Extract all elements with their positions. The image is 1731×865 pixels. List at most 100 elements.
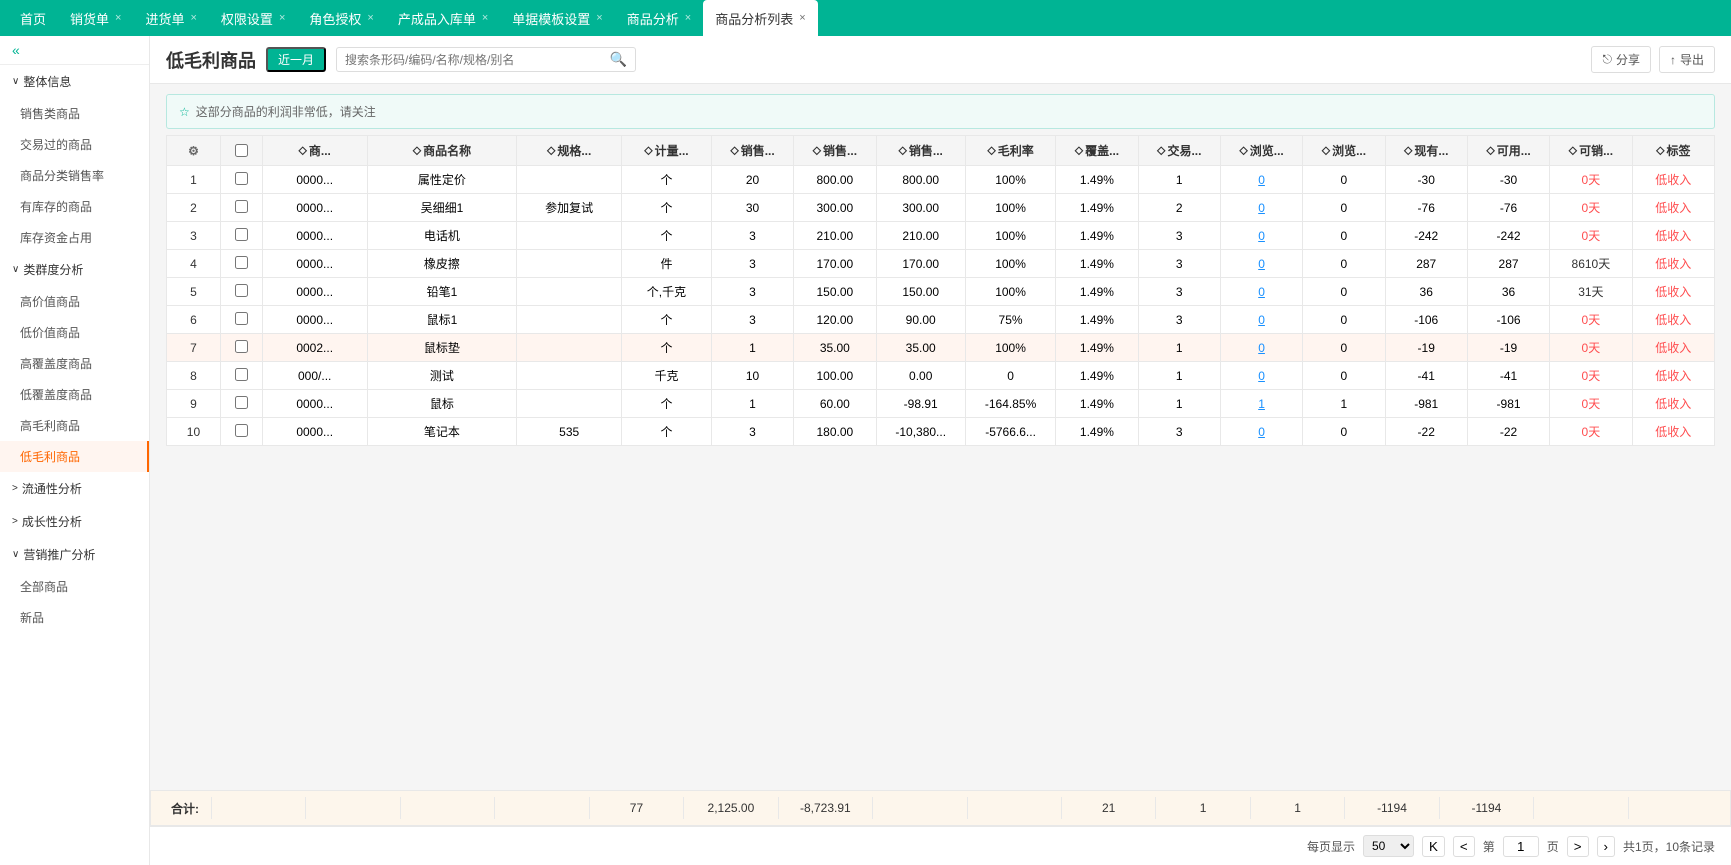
cell-checkbox[interactable] bbox=[220, 306, 262, 334]
th-view2[interactable]: ⬦浏览... bbox=[1303, 136, 1385, 166]
cell-view1[interactable]: 0 bbox=[1220, 334, 1302, 362]
th-gross-margin[interactable]: ⬦毛利率 bbox=[965, 136, 1055, 166]
th-sales-profit[interactable]: ⬦销售... bbox=[876, 136, 965, 166]
settings-icon[interactable]: ⚙ bbox=[188, 144, 199, 158]
next-page-btn[interactable]: > bbox=[1567, 836, 1589, 857]
sidebar-item-traded-goods[interactable]: 交易过的商品 bbox=[0, 129, 149, 160]
nav-template[interactable]: 单据模板设置 × bbox=[500, 0, 614, 36]
cell-view1[interactable]: 0 bbox=[1220, 306, 1302, 334]
page-size-select[interactable]: 50 100 200 bbox=[1363, 835, 1414, 857]
sidebar-item-high-coverage[interactable]: 高覆盖度商品 bbox=[0, 348, 149, 379]
sidebar-item-category-rate[interactable]: 商品分类销售率 bbox=[0, 160, 149, 191]
row-checkbox[interactable] bbox=[235, 424, 248, 437]
cell-view1[interactable]: 0 bbox=[1220, 250, 1302, 278]
row-checkbox[interactable] bbox=[235, 340, 248, 353]
cell-checkbox[interactable] bbox=[220, 250, 262, 278]
th-code[interactable]: ⬦商... bbox=[262, 136, 367, 166]
sidebar-group-cluster-title[interactable]: ∨ 类群度分析 bbox=[0, 253, 149, 286]
th-tag[interactable]: ⬦标签 bbox=[1632, 136, 1714, 166]
th-trade-count[interactable]: ⬦交易... bbox=[1138, 136, 1220, 166]
nav-home[interactable]: 首页 bbox=[8, 0, 58, 36]
th-sales-amount[interactable]: ⬦销售... bbox=[794, 136, 876, 166]
close-role-tab[interactable]: × bbox=[367, 12, 373, 24]
nav-goods-analysis-list[interactable]: 商品分析列表 × bbox=[703, 0, 817, 36]
sidebar-group-growth-title[interactable]: > 成长性分析 bbox=[0, 505, 149, 538]
view1-link[interactable]: 0 bbox=[1258, 313, 1265, 327]
view1-link[interactable]: 0 bbox=[1258, 369, 1265, 383]
row-checkbox[interactable] bbox=[235, 396, 248, 409]
sidebar-group-liquidity-title[interactable]: > 流通性分析 bbox=[0, 472, 149, 505]
select-all-checkbox[interactable] bbox=[235, 144, 248, 157]
cell-view1[interactable]: 0 bbox=[1220, 362, 1302, 390]
close-purchase-tab[interactable]: × bbox=[190, 12, 196, 24]
cell-checkbox[interactable] bbox=[220, 334, 262, 362]
th-unit[interactable]: ⬦计量... bbox=[622, 136, 712, 166]
th-checkbox[interactable] bbox=[220, 136, 262, 166]
cell-view1[interactable]: 0 bbox=[1220, 166, 1302, 194]
close-template-tab[interactable]: × bbox=[596, 12, 602, 24]
sidebar-item-low-value[interactable]: 低价值商品 bbox=[0, 317, 149, 348]
view1-link[interactable]: 1 bbox=[1258, 397, 1265, 411]
view1-link[interactable]: 0 bbox=[1258, 173, 1265, 187]
close-product-tab[interactable]: × bbox=[482, 12, 488, 24]
row-checkbox[interactable] bbox=[235, 284, 248, 297]
sidebar-item-new-goods[interactable]: 新品 bbox=[0, 602, 149, 633]
sidebar-item-stock-goods[interactable]: 有库存的商品 bbox=[0, 191, 149, 222]
share-button[interactable]: ⎋ 分享 bbox=[1591, 46, 1651, 73]
close-sales-tab[interactable]: × bbox=[115, 12, 121, 24]
th-name[interactable]: ⬦商品名称 bbox=[367, 136, 517, 166]
first-page-btn[interactable]: K bbox=[1422, 836, 1445, 857]
nav-product-in[interactable]: 产成品入库单 × bbox=[386, 0, 500, 36]
th-current-stock[interactable]: ⬦现有... bbox=[1385, 136, 1467, 166]
sidebar-item-low-coverage[interactable]: 低覆盖度商品 bbox=[0, 379, 149, 410]
cell-checkbox[interactable] bbox=[220, 362, 262, 390]
search-input[interactable] bbox=[345, 53, 610, 67]
cell-checkbox[interactable] bbox=[220, 194, 262, 222]
close-goods-tab[interactable]: × bbox=[685, 12, 691, 24]
view1-link[interactable]: 0 bbox=[1258, 257, 1265, 271]
cell-view1[interactable]: 0 bbox=[1220, 418, 1302, 446]
view1-link[interactable]: 0 bbox=[1258, 229, 1265, 243]
cell-view1[interactable]: 0 bbox=[1220, 222, 1302, 250]
prev-page-btn[interactable]: < bbox=[1453, 836, 1475, 857]
sidebar-collapse-btn[interactable]: « bbox=[8, 42, 24, 58]
cell-view1[interactable]: 0 bbox=[1220, 194, 1302, 222]
close-list-tab[interactable]: × bbox=[799, 12, 805, 24]
cell-checkbox[interactable] bbox=[220, 166, 262, 194]
cell-view1[interactable]: 0 bbox=[1220, 278, 1302, 306]
th-sellable-days[interactable]: ⬦可销... bbox=[1550, 136, 1632, 166]
close-permission-tab[interactable]: × bbox=[279, 12, 285, 24]
cell-checkbox[interactable] bbox=[220, 222, 262, 250]
sidebar-group-marketing-title[interactable]: ∨ 营销推广分析 bbox=[0, 538, 149, 571]
row-checkbox[interactable] bbox=[235, 312, 248, 325]
row-checkbox[interactable] bbox=[235, 256, 248, 269]
nav-role[interactable]: 角色授权 × bbox=[297, 0, 385, 36]
row-checkbox[interactable] bbox=[235, 368, 248, 381]
th-view1[interactable]: ⬦浏览... bbox=[1220, 136, 1302, 166]
cell-view1[interactable]: 1 bbox=[1220, 390, 1302, 418]
view1-link[interactable]: 0 bbox=[1258, 341, 1265, 355]
sidebar-item-high-value[interactable]: 高价值商品 bbox=[0, 286, 149, 317]
th-sales-count[interactable]: ⬦销售... bbox=[711, 136, 793, 166]
page-number-input[interactable] bbox=[1503, 836, 1539, 857]
sidebar-item-all-goods[interactable]: 全部商品 bbox=[0, 571, 149, 602]
nav-goods-analysis[interactable]: 商品分析 × bbox=[615, 0, 703, 36]
sidebar-item-low-margin[interactable]: 低毛利商品 bbox=[0, 441, 149, 472]
th-available-stock[interactable]: ⬦可用... bbox=[1467, 136, 1549, 166]
date-filter-badge[interactable]: 近一月 bbox=[266, 47, 326, 72]
sidebar-item-sales-goods[interactable]: 销售类商品 bbox=[0, 98, 149, 129]
th-coverage[interactable]: ⬦覆盖... bbox=[1056, 136, 1138, 166]
table-container[interactable]: ⚙ ⬦商... ⬦商品名称 ⬦规格... bbox=[166, 135, 1715, 790]
view1-link[interactable]: 0 bbox=[1258, 285, 1265, 299]
nav-permission[interactable]: 权限设置 × bbox=[209, 0, 297, 36]
view1-link[interactable]: 0 bbox=[1258, 425, 1265, 439]
row-checkbox[interactable] bbox=[235, 172, 248, 185]
nav-sales[interactable]: 销货单 × bbox=[58, 0, 133, 36]
view1-link[interactable]: 0 bbox=[1258, 201, 1265, 215]
cell-checkbox[interactable] bbox=[220, 418, 262, 446]
row-checkbox[interactable] bbox=[235, 200, 248, 213]
sidebar-item-high-margin[interactable]: 高毛利商品 bbox=[0, 410, 149, 441]
th-settings[interactable]: ⚙ bbox=[167, 136, 221, 166]
cell-checkbox[interactable] bbox=[220, 390, 262, 418]
row-checkbox[interactable] bbox=[235, 228, 248, 241]
